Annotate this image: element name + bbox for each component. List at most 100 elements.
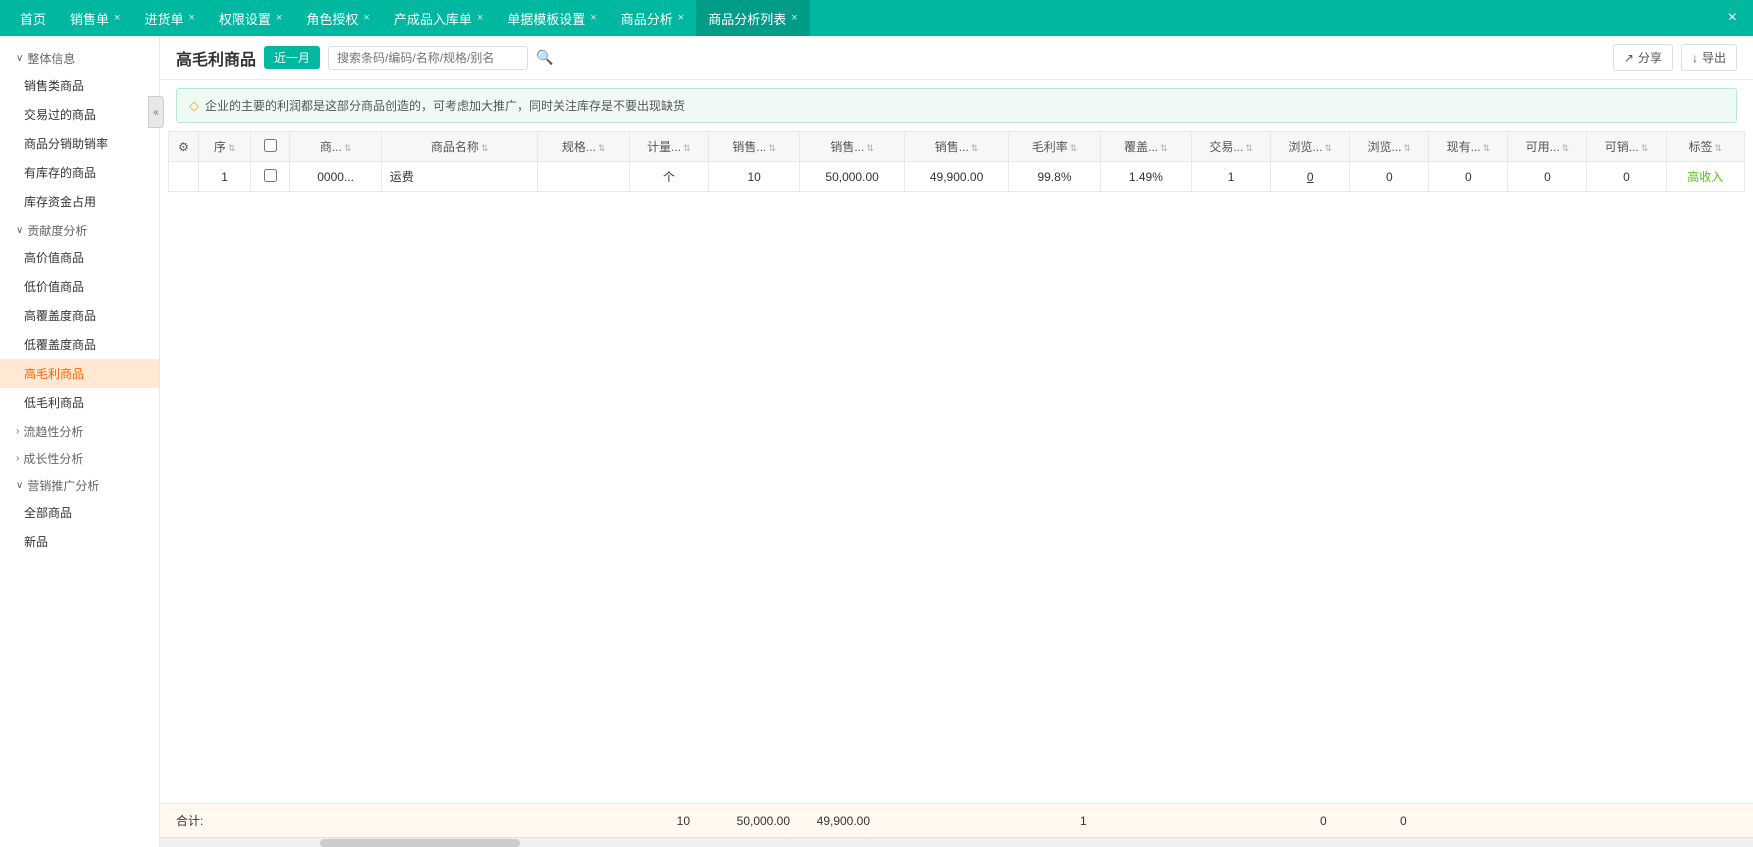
sidebar-item-低覆盖度商品[interactable]: 低覆盖度商品: [0, 330, 159, 359]
nav-item-销售单[interactable]: 销售单×: [58, 0, 132, 36]
sort-icon: ⇅: [481, 143, 489, 153]
footer-cell-3: [483, 814, 563, 828]
sidebar-group-流趋性分析[interactable]: ›流趋性分析: [0, 417, 159, 444]
col-header-可销...: 可销...⇅: [1587, 132, 1666, 162]
sidebar-item-低毛利商品[interactable]: 低毛利商品: [0, 388, 159, 417]
sidebar-group-贡献度分析[interactable]: ∨ 贡献度分析: [0, 216, 159, 243]
nav-close-icon[interactable]: ×: [114, 12, 120, 24]
col-header-规格...: 规格...⇅: [538, 132, 629, 162]
sort-icon: ⇅: [866, 143, 874, 153]
table-wrapper: ⚙序⇅商...⇅商品名称⇅规格...⇅计量...⇅销售...⇅销售...⇅销售.…: [160, 131, 1753, 803]
footer-cell-10: 1: [1043, 814, 1123, 828]
nav-close-icon[interactable]: ×: [477, 12, 483, 24]
export-button[interactable]: ↓ 导出: [1681, 44, 1737, 71]
sort-icon: ⇅: [768, 143, 776, 153]
sidebar-item-有库存的商品[interactable]: 有库存的商品: [0, 158, 159, 187]
nav-item-单据模板设置[interactable]: 单据模板设置×: [495, 0, 608, 36]
sidebar-item-高毛利商品[interactable]: 高毛利商品: [0, 359, 159, 388]
footer-cell-0: [243, 814, 323, 828]
col-header-销售...: 销售...⇅: [708, 132, 799, 162]
row-name: 运费: [381, 162, 538, 192]
window-close-button[interactable]: ×: [1720, 9, 1745, 27]
sidebar-group-label: 贡献度分析: [27, 222, 87, 239]
nav-item-商品分析[interactable]: 商品分析×: [609, 0, 696, 36]
sort-icon: ⇅: [1070, 143, 1078, 153]
settings-column-header[interactable]: ⚙: [169, 132, 199, 162]
nav-close-icon[interactable]: ×: [188, 12, 194, 24]
col-header-标签: 标签⇅: [1666, 132, 1744, 162]
search-input[interactable]: [328, 46, 528, 70]
sort-icon: ⇅: [971, 143, 979, 153]
date-filter-button[interactable]: 近一月: [264, 46, 320, 69]
footer-values: 1050,000.0049,900.00100: [243, 814, 1603, 828]
footer-cell-6: 50,000.00: [723, 814, 803, 828]
nav-close-icon[interactable]: ×: [363, 12, 369, 24]
col-header-: [251, 132, 290, 162]
sidebar-item-交易过的商品[interactable]: 交易过的商品: [0, 100, 159, 129]
sidebar-item-商品分销助销率[interactable]: 商品分销助销率: [0, 129, 159, 158]
share-icon: ↗: [1624, 51, 1634, 65]
footer-cell-15: [1443, 814, 1523, 828]
nav-close-icon[interactable]: ×: [791, 12, 797, 24]
info-icon: ◇: [189, 98, 199, 114]
footer-cell-14: 0: [1363, 814, 1443, 828]
row-sales-qty: 10: [708, 162, 799, 192]
sidebar-group-成长性分析[interactable]: ›成长性分析: [0, 444, 159, 471]
sidebar-group-arrow-icon: ∨: [16, 225, 23, 236]
horizontal-scrollbar[interactable]: [160, 837, 1753, 847]
scrollbar-thumb[interactable]: [320, 839, 520, 847]
col-header-现有...: 现有...⇅: [1429, 132, 1508, 162]
col-header-交易...: 交易...⇅: [1192, 132, 1271, 162]
row-browse1[interactable]: 0: [1271, 162, 1350, 192]
sort-icon: ⇅: [1483, 143, 1491, 153]
sidebar-group-arrow-icon: ∨: [16, 480, 23, 491]
sidebar-group-整体信息[interactable]: ∨ 整体信息: [0, 44, 159, 71]
row-sales-amount: 50,000.00: [800, 162, 904, 192]
col-header-商品名称: 商品名称⇅: [381, 132, 538, 162]
sidebar-item-低价值商品[interactable]: 低价值商品: [0, 272, 159, 301]
sidebar-group-arrow-icon: ›: [16, 453, 19, 464]
sidebar-item-高覆盖度商品[interactable]: 高覆盖度商品: [0, 301, 159, 330]
footer-cell-1: [323, 814, 403, 828]
col-header-销售...: 销售...⇅: [904, 132, 1008, 162]
nav-item-产成品入库单[interactable]: 产成品入库单×: [382, 0, 495, 36]
sidebar-item-全部商品[interactable]: 全部商品: [0, 498, 159, 527]
row-code: 0000...: [290, 162, 381, 192]
sidebar-group-营销推广分析[interactable]: ∨ 营销推广分析: [0, 471, 159, 498]
nav-close-icon[interactable]: ×: [590, 12, 596, 24]
row-seq: 1: [199, 162, 251, 192]
nav-close-icon[interactable]: ×: [276, 12, 282, 24]
nav-item-商品分析列表[interactable]: 商品分析列表×: [696, 0, 809, 36]
col-header-商...: 商...⇅: [290, 132, 381, 162]
footer-cell-12: [1203, 814, 1283, 828]
nav-close-icon[interactable]: ×: [678, 12, 684, 24]
browse1-link[interactable]: 0: [1307, 170, 1314, 184]
sidebar-item-库存资金占用[interactable]: 库存资金占用: [0, 187, 159, 216]
sidebar-group-arrow-icon: ∨: [16, 53, 23, 64]
sidebar-group-label: 营销推广分析: [27, 477, 99, 494]
sidebar-item-销售类商品[interactable]: 销售类商品: [0, 71, 159, 100]
nav-item-进货单[interactable]: 进货单×: [132, 0, 206, 36]
sidebar-collapse-button[interactable]: «: [148, 96, 164, 128]
share-button[interactable]: ↗ 分享: [1613, 44, 1673, 71]
sidebar-group-label: 整体信息: [27, 50, 75, 67]
sidebar-item-新品[interactable]: 新品: [0, 527, 159, 556]
row-settings: [169, 162, 199, 192]
sort-icon: ⇅: [1562, 143, 1570, 153]
row-stock-available: 0: [1508, 162, 1587, 192]
row-unit: 个: [629, 162, 708, 192]
page-title: 高毛利商品: [176, 46, 256, 70]
row-stock-current: 0: [1429, 162, 1508, 192]
select-all-checkbox[interactable]: [264, 139, 277, 152]
sidebar-item-高价值商品[interactable]: 高价值商品: [0, 243, 159, 272]
row-checkbox[interactable]: [264, 169, 277, 182]
nav-item-权限设置[interactable]: 权限设置×: [207, 0, 294, 36]
settings-icon[interactable]: ⚙: [178, 140, 189, 154]
search-button[interactable]: 🔍: [536, 49, 553, 66]
sidebar-group-label: 流趋性分析: [23, 423, 83, 440]
sort-icon: ⇅: [344, 143, 352, 153]
nav-item-首页[interactable]: 首页: [8, 0, 58, 36]
nav-item-角色授权[interactable]: 角色授权×: [294, 0, 381, 36]
sort-icon: ⇅: [683, 143, 691, 153]
sort-icon: ⇅: [1160, 143, 1168, 153]
